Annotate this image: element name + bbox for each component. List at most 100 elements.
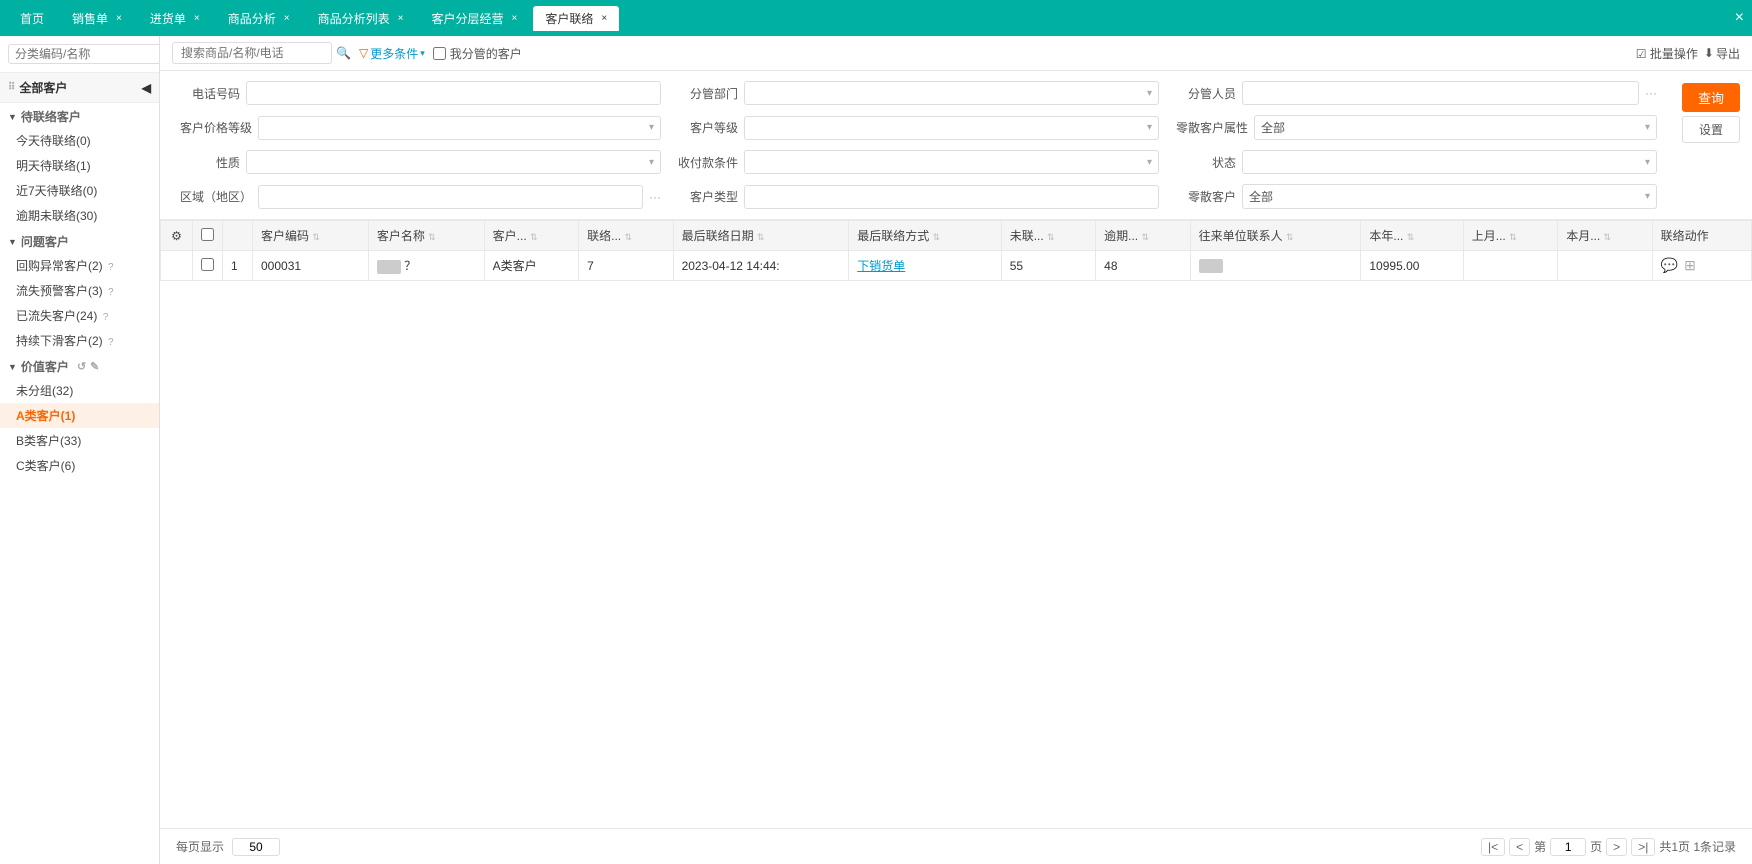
sidebar-group-problem-customers[interactable]: ▼ 问题客户 — [0, 228, 159, 253]
th-customer-code[interactable]: 客户编码 ⇅ — [253, 221, 369, 251]
th-customer-type[interactable]: 客户... ⇅ — [484, 221, 578, 251]
close-all-tabs-button[interactable]: × — [1735, 9, 1744, 27]
th-checkbox[interactable] — [193, 221, 223, 251]
pager-prev-button[interactable]: < — [1509, 838, 1530, 856]
sidebar-group-value-customers[interactable]: ▼ 价值客户 ↺ ✎ — [0, 353, 159, 378]
payment-select[interactable]: ▾ — [744, 150, 1159, 174]
th-customer-name[interactable]: 客户名称 ⇅ — [368, 221, 484, 251]
dept-select[interactable]: ▾ — [744, 81, 1159, 105]
nav-tab-customer-segment[interactable]: 客户分层经营 × — [419, 6, 529, 31]
chat-icon[interactable]: 💬 — [1661, 257, 1678, 274]
page-number-input[interactable] — [1550, 838, 1586, 856]
th-this-year[interactable]: 本年... ⇅ — [1361, 221, 1463, 251]
nav-tab-customer-segment-label: 客户分层经营 — [431, 10, 503, 27]
my-customers-checkbox-label[interactable]: 我分管的客户 — [433, 45, 522, 62]
nature-select[interactable]: ▾ — [246, 150, 661, 174]
customer-level-select[interactable]: ▾ — [744, 116, 1159, 140]
grid-icon: ⠿ — [8, 82, 15, 93]
refresh-icon[interactable]: ↺ — [77, 360, 86, 373]
customer-type-select[interactable] — [744, 185, 1159, 209]
th-unit-contacts[interactable]: 往来单位联系人 ⇅ — [1190, 221, 1361, 251]
table-wrap[interactable]: ⚙ 客户编码 ⇅ 客户名称 ⇅ 客户... ⇅ 联络... ⇅ 最后联络日期 ⇅… — [160, 220, 1752, 828]
filter-more-conditions-button[interactable]: ▽ 更多条件 ▾ — [359, 45, 425, 62]
sidebar-item-class-a[interactable]: A类客户(1) — [0, 403, 159, 428]
export-button[interactable]: ⬇ 导出 — [1704, 45, 1740, 62]
my-customers-checkbox[interactable] — [433, 47, 446, 60]
th-index — [223, 221, 253, 251]
sidebar-item-near7[interactable]: 近7天待联络(0) — [0, 178, 159, 203]
scatter-attr-select[interactable]: 全部 ▾ — [1254, 115, 1657, 140]
th-last-contact-date[interactable]: 最后联络日期 ⇅ — [673, 221, 849, 251]
nav-tab-home[interactable]: 首页 — [8, 6, 56, 31]
filter-actions: ☑ 批量操作 ⬇ 导出 — [1636, 45, 1740, 62]
filter-search-icon[interactable]: 🔍 — [336, 46, 351, 60]
th-last-contact-method[interactable]: 最后联络方式 ⇅ — [849, 221, 1001, 251]
edit-icon[interactable]: ✎ — [90, 360, 99, 373]
all-customers-header[interactable]: ⠿ 全部客户 ◀ — [0, 73, 159, 103]
sidebar-collapse-icon[interactable]: ◀ — [142, 81, 151, 95]
sidebar-item-tomorrow[interactable]: 明天待联络(1) — [0, 153, 159, 178]
phone-input[interactable] — [246, 81, 661, 105]
customer-level-label: 客户等级 — [678, 119, 738, 136]
sidebar-item-today[interactable]: 今天待联络(0) — [0, 128, 159, 153]
pager-last-button[interactable]: >| — [1631, 838, 1655, 856]
price-level-select[interactable]: ▾ — [258, 116, 661, 140]
nav-tab-customer-segment-close[interactable]: × — [511, 13, 517, 24]
filter-cell-scatter-customer: 零散客户 全部 ▾ — [1168, 182, 1666, 211]
sidebar-search-input[interactable] — [8, 44, 160, 64]
manager-dots[interactable]: ··· — [1645, 86, 1657, 100]
nav-tab-goods-analysis-close[interactable]: × — [284, 13, 290, 24]
th-no-contact[interactable]: 未联... ⇅ — [1001, 221, 1095, 251]
per-page-input[interactable] — [232, 838, 280, 856]
nav-tab-goods-analysis[interactable]: 商品分析 × — [216, 6, 302, 31]
repeat-abnormal-help-icon[interactable]: ? — [108, 262, 114, 273]
nav-tab-purchase-label: 进货单 — [150, 10, 186, 27]
filter-search-input[interactable] — [172, 42, 332, 64]
pager-next-button[interactable]: > — [1606, 838, 1627, 856]
sidebar-item-unclassified[interactable]: 未分组(32) — [0, 378, 159, 403]
continuous-down-help-icon[interactable]: ? — [108, 337, 114, 348]
nav-tab-goods-analysis-list[interactable]: 商品分析列表 × — [306, 6, 416, 31]
th-contact[interactable]: 联络... ⇅ — [579, 221, 673, 251]
filter-cell-region: 区域（地区） ··· — [172, 183, 670, 211]
scatter-customer-select[interactable]: 全部 ▾ — [1242, 184, 1657, 209]
th-this-month[interactable]: 本月... ⇅ — [1558, 221, 1652, 251]
manager-input[interactable] — [1242, 81, 1639, 105]
region-input[interactable] — [258, 185, 643, 209]
sidebar-item-class-c[interactable]: C类客户(6) — [0, 453, 159, 478]
qr-icon[interactable]: ⊞ — [1684, 257, 1696, 274]
sidebar-item-overdue[interactable]: 逾期未联络(30) — [0, 203, 159, 228]
select-all-checkbox[interactable] — [201, 228, 214, 241]
region-dots[interactable]: ··· — [649, 190, 661, 204]
pager-first-button[interactable]: |< — [1481, 838, 1505, 856]
sidebar-item-repeat-abnormal[interactable]: 回购异常客户(2) ? — [0, 253, 159, 278]
row-checkbox[interactable] — [201, 258, 214, 271]
th-settings[interactable]: ⚙ — [161, 221, 193, 251]
sidebar-item-class-b[interactable]: B类客户(33) — [0, 428, 159, 453]
nav-tab-sales[interactable]: 销售单 × — [60, 6, 134, 31]
lost-help-icon[interactable]: ? — [103, 312, 109, 323]
th-last-month[interactable]: 上月... ⇅ — [1463, 221, 1557, 251]
pending-contact-triangle: ▼ — [8, 112, 17, 122]
td-checkbox[interactable] — [193, 251, 223, 281]
nav-tab-sales-close[interactable]: × — [116, 13, 122, 24]
nav-tab-purchase[interactable]: 进货单 × — [138, 6, 212, 31]
batch-op-button[interactable]: ☑ 批量操作 — [1636, 45, 1698, 62]
th-overdue[interactable]: 逾期... ⇅ — [1096, 221, 1190, 251]
td-unit-contacts — [1190, 251, 1361, 281]
filter-form: 电话号码 分管部门 ▾ 分管人员 — [160, 71, 1752, 220]
nav-tab-customer-contact[interactable]: 客户联络 × — [533, 6, 619, 31]
search-button[interactable]: 查询 — [1682, 83, 1740, 112]
last-contact-method-link[interactable]: 下销货单 — [857, 259, 905, 273]
status-select[interactable]: ▾ — [1242, 150, 1657, 174]
lost-predicted-help-icon[interactable]: ? — [108, 287, 114, 298]
sidebar-group-pending-contact[interactable]: ▼ 待联络客户 — [0, 103, 159, 128]
nav-tab-goods-analysis-list-close[interactable]: × — [398, 13, 404, 24]
sidebar-item-lost-predicted[interactable]: 流失预警客户(3) ? — [0, 278, 159, 303]
sidebar-item-continuous-down[interactable]: 持续下滑客户(2) ? — [0, 328, 159, 353]
sidebar-item-lost[interactable]: 已流失客户(24) ? — [0, 303, 159, 328]
td-last-contact-method[interactable]: 下销货单 — [849, 251, 1001, 281]
setting-button[interactable]: 设置 — [1682, 116, 1740, 143]
nav-tab-purchase-close[interactable]: × — [194, 13, 200, 24]
nav-tab-customer-contact-close[interactable]: × — [601, 13, 607, 24]
